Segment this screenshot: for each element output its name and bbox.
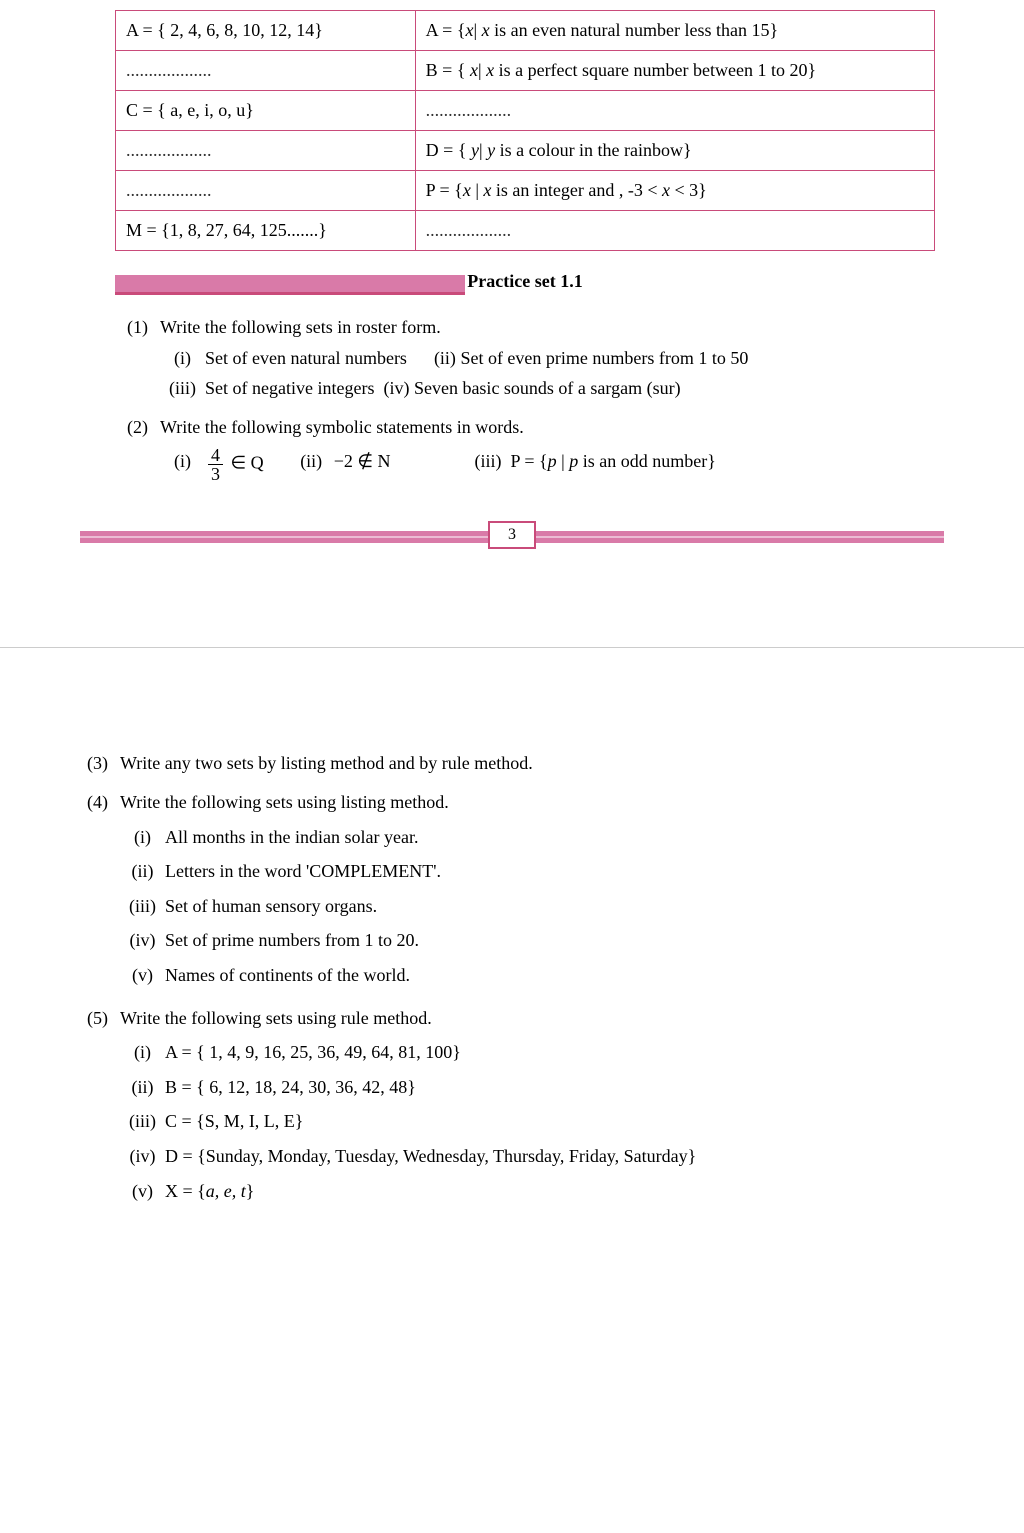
table-row: M = {1, 8, 27, 64, 125.......} .........… <box>116 211 935 251</box>
cell-M-roster: M = {1, 8, 27, 64, 125.......} <box>116 211 416 251</box>
header-bar-decoration <box>115 275 465 295</box>
sub-ii: (ii) −2 ∉ N <box>289 446 391 483</box>
cell-blank: ................... <box>415 91 934 131</box>
sub-i: (i) 43 ∈ Q <box>160 446 264 483</box>
sub-num: (i) <box>160 343 205 374</box>
cell-A-rule: A = {x| x is an even natural number less… <box>415 11 934 51</box>
cell-blank: ................... <box>415 211 934 251</box>
cell-blank: ................... <box>116 131 416 171</box>
cell-blank: ................... <box>116 51 416 91</box>
question-text: Write any two sets by listing method and… <box>120 748 955 779</box>
question-text: Write the following sets using rule meth… <box>120 1003 955 1034</box>
question-number: (2) <box>115 412 160 488</box>
practice-set-header: Practice set 1.1 <box>115 271 935 292</box>
cell-P-rule: P = {x | x is an integer and , -3 < x < … <box>415 171 934 211</box>
sub-text: Set of even natural numbers (ii) Set of … <box>205 343 935 374</box>
question-4: (4) Write the following sets using listi… <box>75 787 955 995</box>
table-row: ................... B = { x| x is a perf… <box>116 51 935 91</box>
table-row: ................... P = {x | x is an int… <box>116 171 935 211</box>
set-definition-table: A = { 2, 4, 6, 8, 10, 12, 14} A = {x| x … <box>115 10 935 251</box>
question-number: (3) <box>75 748 120 779</box>
sub-iii: (iii) P = {p | p is an odd number} <box>466 446 716 483</box>
question-number: (4) <box>75 787 120 995</box>
table-row: A = { 2, 4, 6, 8, 10, 12, 14} A = {x| x … <box>116 11 935 51</box>
table-row: C = { a, e, i, o, u} ................... <box>116 91 935 131</box>
sub-text: Set of negative integers (iv) Seven basi… <box>205 373 935 404</box>
practice-title: Practice set 1.1 <box>467 271 582 291</box>
question-number: (5) <box>75 1003 120 1211</box>
page-break-line <box>0 647 1024 648</box>
question-number: (1) <box>115 312 160 404</box>
question-2: (2) Write the following symbolic stateme… <box>115 412 935 488</box>
cell-C-roster: C = { a, e, i, o, u} <box>116 91 416 131</box>
question-text: Write the following symbolic statements … <box>160 412 935 443</box>
question-1: (1) Write the following sets in roster f… <box>115 312 935 404</box>
question-3: (3) Write any two sets by listing method… <box>75 748 955 779</box>
cell-A-roster: A = { 2, 4, 6, 8, 10, 12, 14} <box>116 11 416 51</box>
question-5: (5) Write the following sets using rule … <box>75 1003 955 1211</box>
question-text: Write the following sets using listing m… <box>120 787 955 818</box>
page-number: 3 <box>488 521 536 549</box>
cell-B-rule: B = { x| x is a perfect square number be… <box>415 51 934 91</box>
page-divider: 3 <box>0 517 1024 557</box>
question-text: Write the following sets in roster form. <box>160 312 935 343</box>
table-row: ................... D = { y| y is a colo… <box>116 131 935 171</box>
sub-num: (iii) <box>160 373 205 404</box>
cell-blank: ................... <box>116 171 416 211</box>
cell-D-rule: D = { y| y is a colour in the rainbow} <box>415 131 934 171</box>
